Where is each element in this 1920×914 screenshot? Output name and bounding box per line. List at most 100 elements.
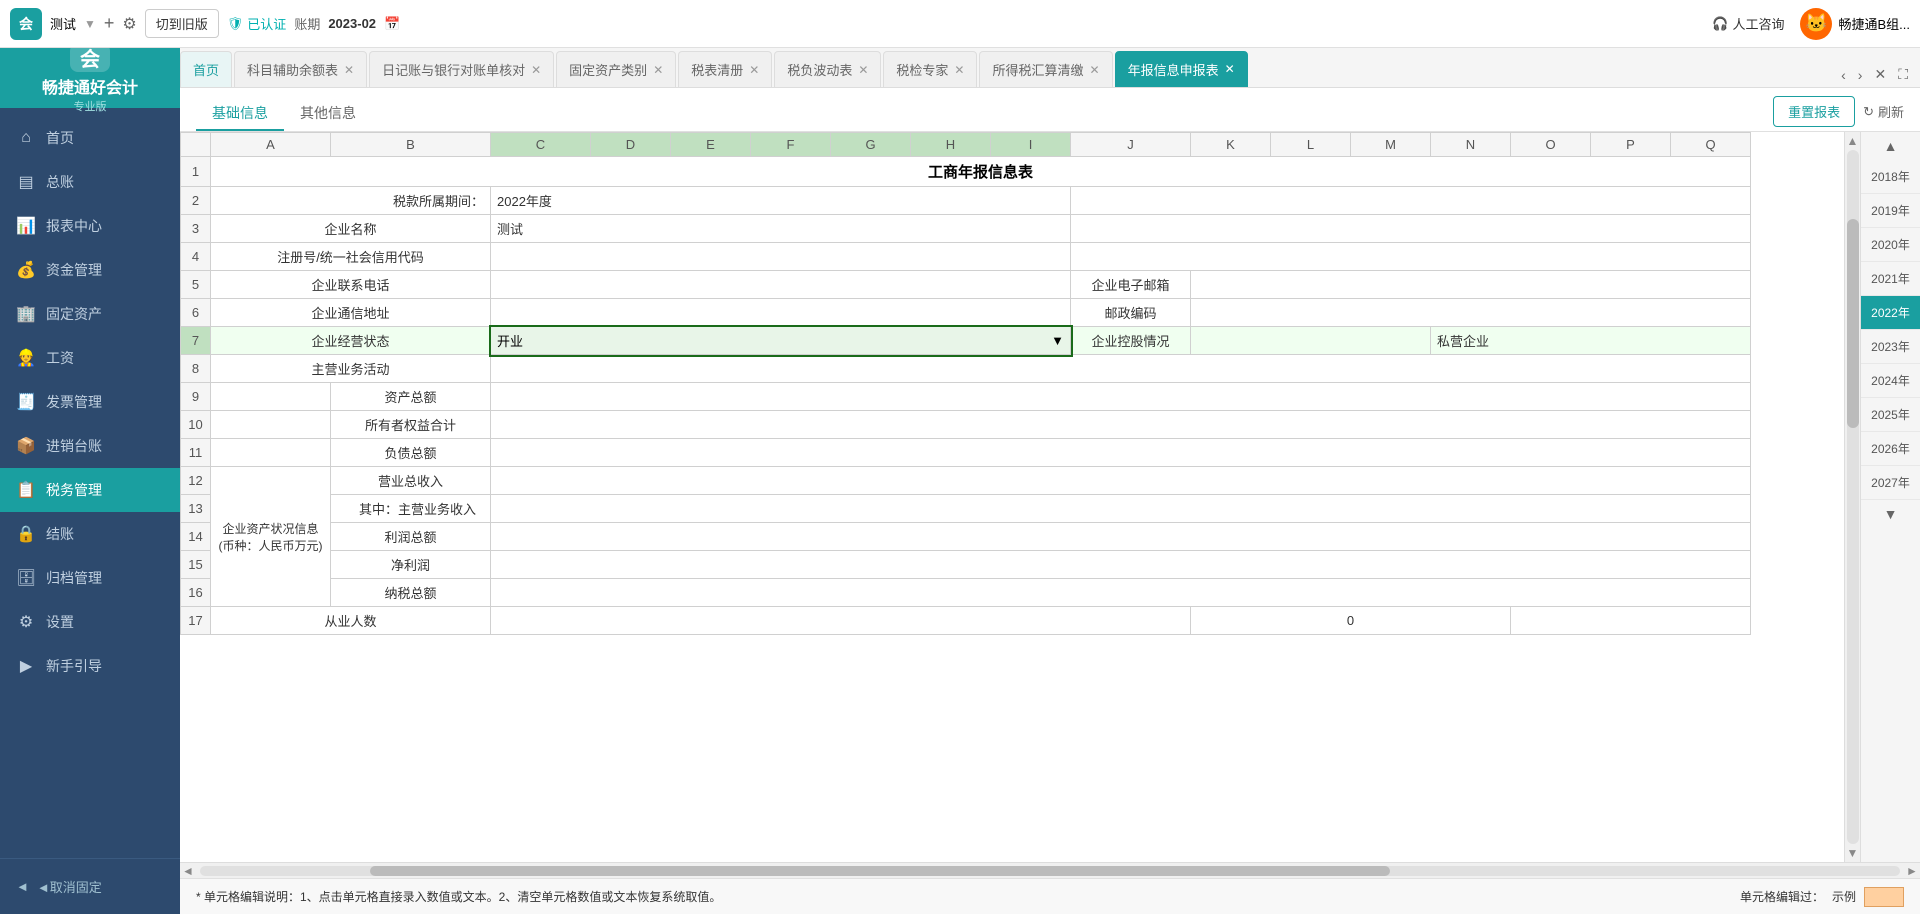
- cell-13-value[interactable]: [491, 495, 1751, 523]
- sidebar-item-guide[interactable]: ▶ 新手引导: [0, 644, 180, 688]
- sidebar-item-invoice[interactable]: 🧾 发票管理: [0, 380, 180, 424]
- tab-income-tax-close[interactable]: ✕: [1090, 63, 1100, 77]
- tab-prev-button[interactable]: ‹: [1837, 63, 1850, 87]
- tab-tax-table-close[interactable]: ✕: [749, 63, 759, 77]
- year-item-2018[interactable]: 2018年: [1861, 160, 1920, 194]
- year-item-2022[interactable]: 2022年: [1861, 296, 1920, 330]
- col-header-N[interactable]: N: [1431, 133, 1511, 157]
- tab-tax-table[interactable]: 税表清册 ✕: [678, 51, 772, 87]
- company-dropdown-icon[interactable]: ▼: [84, 17, 96, 31]
- cell-9-value[interactable]: [491, 383, 1751, 411]
- tab-journal-close[interactable]: ✕: [531, 63, 541, 77]
- year-item-2026[interactable]: 2026年: [1861, 432, 1920, 466]
- year-item-2021[interactable]: 2021年: [1861, 262, 1920, 296]
- cell-1-title[interactable]: 工商年报信息表: [211, 157, 1751, 187]
- sidebar-item-inventory[interactable]: 📦 进销台账: [0, 424, 180, 468]
- tab-tax-change-close[interactable]: ✕: [858, 63, 868, 77]
- col-header-J[interactable]: J: [1071, 133, 1191, 157]
- h-scrollbar[interactable]: ◄ ►: [180, 862, 1920, 878]
- year-item-2025[interactable]: 2025年: [1861, 398, 1920, 432]
- col-header-Q[interactable]: Q: [1671, 133, 1751, 157]
- sidebar-item-ledger[interactable]: ▤ 总账: [0, 160, 180, 204]
- tab-annual[interactable]: 年报信息申报表 ✕: [1115, 51, 1248, 87]
- add-tab-icon[interactable]: +: [104, 13, 115, 34]
- tab-tax-expert[interactable]: 税检专家 ✕: [883, 51, 977, 87]
- sidebar-item-settings[interactable]: ⚙ 设置: [0, 600, 180, 644]
- tab-fixed-close[interactable]: ✕: [653, 63, 663, 77]
- cell-7-status[interactable]: 开业 ▼: [491, 327, 1071, 355]
- dropdown-cell[interactable]: 开业 ▼: [497, 331, 1064, 350]
- tab-close-all-button[interactable]: ✕: [1870, 62, 1890, 87]
- year-item-2019[interactable]: 2019年: [1861, 194, 1920, 228]
- cell-10-value[interactable]: [491, 411, 1751, 439]
- settings-icon[interactable]: ⚙: [122, 14, 136, 34]
- year-item-2024[interactable]: 2024年: [1861, 364, 1920, 398]
- vertical-scrollbar[interactable]: ▲ ▼: [1844, 132, 1860, 862]
- sidebar-item-finance[interactable]: 💰 资金管理: [0, 248, 180, 292]
- tab-annual-close[interactable]: ✕: [1225, 62, 1235, 76]
- cell-6-address[interactable]: [491, 299, 1071, 327]
- sub-tab-basic[interactable]: 基础信息: [196, 97, 284, 131]
- h-scroll-thumb[interactable]: [370, 866, 1390, 876]
- col-header-B[interactable]: B: [331, 133, 491, 157]
- col-header-A[interactable]: A: [211, 133, 331, 157]
- sidebar-pin-button[interactable]: ◄ ◄取消固定: [0, 867, 180, 906]
- col-header-P[interactable]: P: [1591, 133, 1671, 157]
- sidebar-item-closing[interactable]: 🔒 结账: [0, 512, 180, 556]
- col-header-O[interactable]: O: [1511, 133, 1591, 157]
- sidebar-item-payroll[interactable]: 👷 工资: [0, 336, 180, 380]
- year-item-2023[interactable]: 2023年: [1861, 330, 1920, 364]
- sidebar-item-tax[interactable]: 📋 税务管理: [0, 468, 180, 512]
- cell-11-value[interactable]: [491, 439, 1751, 467]
- tab-next-button[interactable]: ›: [1854, 63, 1867, 87]
- col-header-I[interactable]: I: [991, 133, 1071, 157]
- reset-button[interactable]: 重置报表: [1773, 96, 1855, 127]
- tab-fixed-asset[interactable]: 固定资产类别 ✕: [556, 51, 676, 87]
- cell-12-value[interactable]: [491, 467, 1751, 495]
- sidebar-item-archive[interactable]: 🗄 归档管理: [0, 556, 180, 600]
- refresh-button[interactable]: ↻ 刷新: [1863, 102, 1904, 121]
- cell-4-value[interactable]: [491, 243, 1071, 271]
- year-down-button[interactable]: ▼: [1882, 504, 1900, 524]
- tab-tax-expert-close[interactable]: ✕: [954, 63, 964, 77]
- cell-5-email[interactable]: [1191, 271, 1751, 299]
- sidebar-item-fixed[interactable]: 🏢 固定资产: [0, 292, 180, 336]
- cell-14-value[interactable]: [491, 523, 1751, 551]
- col-header-E[interactable]: E: [671, 133, 751, 157]
- h-scroll-track[interactable]: [200, 866, 1900, 876]
- cell-3-value[interactable]: 测试: [491, 215, 1071, 243]
- scroll-up-button[interactable]: ▲: [1847, 134, 1859, 148]
- col-header-C[interactable]: C: [491, 133, 591, 157]
- h-scroll-left[interactable]: ◄: [180, 864, 196, 878]
- h-scroll-right[interactable]: ►: [1904, 864, 1920, 878]
- old-version-button[interactable]: 切到旧版: [145, 9, 219, 38]
- cell-17-count[interactable]: 0: [1191, 607, 1511, 635]
- cell-5-phone[interactable]: [491, 271, 1071, 299]
- tab-expand-button[interactable]: ⛶: [1894, 62, 1912, 87]
- sidebar-item-report[interactable]: 📊 报表中心: [0, 204, 180, 248]
- user-area[interactable]: 🐱 畅捷通B组...: [1800, 8, 1910, 40]
- year-item-2027[interactable]: 2027年: [1861, 466, 1920, 500]
- cell-6-postal[interactable]: [1191, 299, 1751, 327]
- tab-tax-change[interactable]: 税负波动表 ✕: [774, 51, 881, 87]
- col-header-K[interactable]: K: [1191, 133, 1271, 157]
- col-header-H[interactable]: H: [911, 133, 991, 157]
- cell-15-value[interactable]: [491, 551, 1751, 579]
- col-header-D[interactable]: D: [591, 133, 671, 157]
- cell-7-holding-value[interactable]: 私营企业: [1431, 327, 1751, 355]
- cell-16-value[interactable]: [491, 579, 1751, 607]
- support-button[interactable]: 🎧 人工咨询: [1712, 14, 1784, 33]
- col-header-L[interactable]: L: [1271, 133, 1351, 157]
- scroll-down-button[interactable]: ▼: [1847, 846, 1859, 860]
- cell-17-value[interactable]: [491, 607, 1191, 635]
- tab-journal[interactable]: 日记账与银行对账单核对 ✕: [369, 51, 554, 87]
- sub-tab-other[interactable]: 其他信息: [284, 97, 372, 131]
- sheet-container[interactable]: A B C D E F G H I J K L: [180, 132, 1844, 862]
- sidebar-item-home[interactable]: ⌂ 首页: [0, 116, 180, 160]
- col-header-M[interactable]: M: [1351, 133, 1431, 157]
- year-item-2020[interactable]: 2020年: [1861, 228, 1920, 262]
- tab-aux[interactable]: 科目辅助余额表 ✕: [234, 51, 367, 87]
- calendar-icon[interactable]: 📅: [384, 16, 400, 32]
- scroll-thumb[interactable]: [1847, 219, 1859, 427]
- cell-2-value[interactable]: 2022年度: [491, 187, 1071, 215]
